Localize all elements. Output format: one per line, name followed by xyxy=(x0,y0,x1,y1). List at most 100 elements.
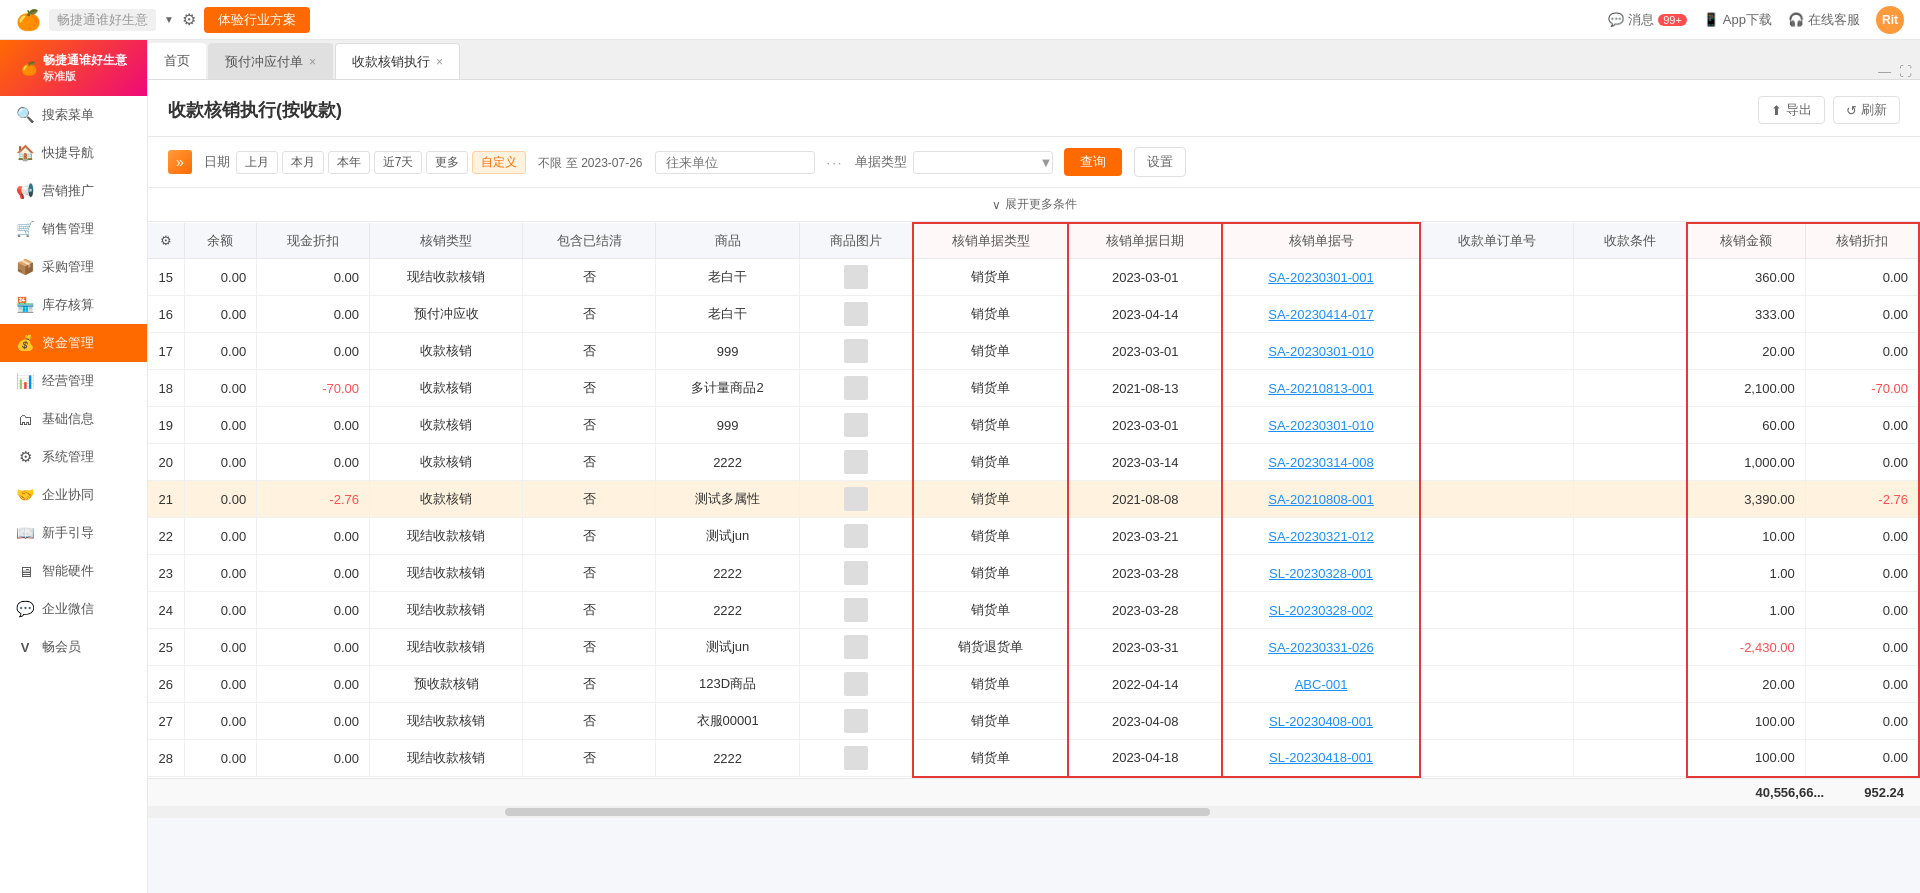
cell-include-settled: 否 xyxy=(523,333,656,370)
cell-doc-no[interactable]: SL-20230328-002 xyxy=(1222,592,1419,629)
sidebar-item-sales[interactable]: 🛒 销售管理 xyxy=(0,210,147,248)
cell-doc-no[interactable]: SA-20230414-017 xyxy=(1222,296,1419,333)
tab-prepay-close[interactable]: × xyxy=(309,55,316,69)
query-button[interactable]: 查询 xyxy=(1064,148,1122,176)
cell-include-settled: 否 xyxy=(523,370,656,407)
tab-home[interactable]: 首页 xyxy=(148,43,206,79)
cell-doc-no[interactable]: SA-20210808-001 xyxy=(1222,481,1419,518)
sidebar-item-operation[interactable]: 📊 经营管理 xyxy=(0,362,147,400)
export-label: 导出 xyxy=(1786,101,1812,119)
sidebar-label-finance: 资金管理 xyxy=(42,334,94,352)
sidebar-item-quick[interactable]: 🏠 快捷导航 xyxy=(0,134,147,172)
sidebar-item-finance[interactable]: 💰 资金管理 xyxy=(0,324,147,362)
cell-write-off-amount: 100.00 xyxy=(1687,703,1805,740)
cell-doc-no[interactable]: ABC-001 xyxy=(1222,666,1419,703)
cell-balance: 0.00 xyxy=(184,629,257,666)
cell-write-off-type: 现结收款核销 xyxy=(370,592,523,629)
scroll-bar-thumb[interactable] xyxy=(505,808,1211,816)
date-btn-this-month[interactable]: 本月 xyxy=(282,151,324,174)
header-actions: ⬆ 导出 ↺ 刷新 xyxy=(1758,96,1900,124)
cell-receipt-order-no xyxy=(1420,518,1574,555)
date-btn-this-year[interactable]: 本年 xyxy=(328,151,370,174)
settings-icon[interactable]: ⚙ xyxy=(182,10,196,29)
filter-expand-button[interactable]: » xyxy=(168,150,192,174)
expand-conditions-button[interactable]: ∨ 展开更多条件 xyxy=(980,192,1089,217)
refresh-button[interactable]: ↺ 刷新 xyxy=(1833,96,1900,124)
tab-prepay[interactable]: 预付冲应付单 × xyxy=(208,43,333,79)
scroll-bar-area[interactable] xyxy=(148,806,1920,818)
cell-include-settled: 否 xyxy=(523,629,656,666)
sidebar-label-guide: 新手引导 xyxy=(42,524,94,542)
cell-write-off-discount: 0.00 xyxy=(1805,740,1919,777)
sidebar-item-member[interactable]: V 畅会员 xyxy=(0,628,147,666)
col-goods-img: 商品图片 xyxy=(800,223,914,259)
sidebar-item-marketing[interactable]: 📢 营销推广 xyxy=(0,172,147,210)
date-btn-more[interactable]: 更多 xyxy=(426,151,468,174)
col-settings[interactable]: ⚙ xyxy=(148,223,184,259)
cell-doc-date: 2023-03-14 xyxy=(1068,444,1223,481)
sidebar-item-search[interactable]: 🔍 搜索菜单 xyxy=(0,96,147,134)
top-bar-right: 💬 消息 99+ 📱 App下载 🎧 在线客服 Rit xyxy=(1608,6,1904,34)
sidebar-item-purchase[interactable]: 📦 采购管理 xyxy=(0,248,147,286)
from-company-input[interactable] xyxy=(655,151,815,174)
cell-write-off-amount: 333.00 xyxy=(1687,296,1805,333)
date-buttons: 上月 本月 本年 近7天 更多 自定义 xyxy=(236,151,527,174)
user-label: Rit xyxy=(1882,13,1898,27)
sidebar-item-enterprise[interactable]: 🤝 企业协同 xyxy=(0,476,147,514)
page-content: 收款核销执行(按收款) ⬆ 导出 ↺ 刷新 » xyxy=(148,80,1920,893)
cell-doc-no[interactable]: SL-20230408-001 xyxy=(1222,703,1419,740)
cell-doc-date: 2023-03-01 xyxy=(1068,259,1223,296)
sidebar-item-system[interactable]: ⚙ 系统管理 xyxy=(0,438,147,476)
cell-doc-no[interactable]: SL-20230418-001 xyxy=(1222,740,1419,777)
table-row: 26 0.00 0.00 预收款核销 否 123D商品 销货单 2022-04-… xyxy=(148,666,1919,703)
date-btn-7days[interactable]: 近7天 xyxy=(374,151,423,174)
cell-doc-no[interactable]: SA-20230301-010 xyxy=(1222,333,1419,370)
cell-write-off-amount: 60.00 xyxy=(1687,407,1805,444)
filter-settings-button[interactable]: 设置 xyxy=(1134,147,1186,177)
cell-doc-no[interactable]: SL-20230328-001 xyxy=(1222,555,1419,592)
avatar[interactable]: Rit xyxy=(1876,6,1904,34)
cell-goods: 999 xyxy=(656,333,800,370)
single-type-select[interactable] xyxy=(913,151,1053,174)
sidebar-item-inventory[interactable]: 🏪 库存核算 xyxy=(0,286,147,324)
col-balance: 余额 xyxy=(184,223,257,259)
cell-id: 19 xyxy=(148,407,184,444)
table-row: 19 0.00 0.00 收款核销 否 999 销货单 2023-03-01 S… xyxy=(148,407,1919,444)
sidebar-label-system: 系统管理 xyxy=(42,448,94,466)
industry-btn[interactable]: 体验行业方案 xyxy=(204,7,310,33)
cell-doc-no[interactable]: SA-20230301-010 xyxy=(1222,407,1419,444)
cell-goods: 老白干 xyxy=(656,259,800,296)
cell-goods: 123D商品 xyxy=(656,666,800,703)
footer-discount-total: 952.24 xyxy=(1864,785,1904,800)
cell-doc-no[interactable]: SA-20230331-026 xyxy=(1222,629,1419,666)
service-group[interactable]: 🎧 在线客服 xyxy=(1788,11,1860,29)
tab-receive[interactable]: 收款核销执行 × xyxy=(335,43,460,79)
cell-doc-no[interactable]: SA-20230301-001 xyxy=(1222,259,1419,296)
sidebar-item-wechat[interactable]: 💬 企业微信 xyxy=(0,590,147,628)
cell-goods-img xyxy=(800,666,914,703)
cell-doc-no[interactable]: SA-20230321-012 xyxy=(1222,518,1419,555)
cell-doc-no[interactable]: SA-20230314-008 xyxy=(1222,444,1419,481)
company-dropdown-arrow[interactable]: ▼ xyxy=(164,14,174,25)
export-button[interactable]: ⬆ 导出 xyxy=(1758,96,1825,124)
window-minimize-icon[interactable]: — xyxy=(1878,64,1891,79)
cell-write-off-discount: 0.00 xyxy=(1805,518,1919,555)
cell-balance: 0.00 xyxy=(184,703,257,740)
cell-doc-no[interactable]: SA-20210813-001 xyxy=(1222,370,1419,407)
content-area: 首页 预付冲应付单 × 收款核销执行 × — ⛶ 收款核销执行(按收款) xyxy=(148,40,1920,893)
date-btn-custom[interactable]: 自定义 xyxy=(472,151,526,174)
window-maximize-icon[interactable]: ⛶ xyxy=(1899,64,1912,79)
cell-write-off-discount: 0.00 xyxy=(1805,333,1919,370)
sidebar-item-basic[interactable]: 🗂 基础信息 xyxy=(0,400,147,438)
sidebar-item-guide[interactable]: 📖 新手引导 xyxy=(0,514,147,552)
sidebar-item-hardware[interactable]: 🖥 智能硬件 xyxy=(0,552,147,590)
cell-doc-date: 2023-03-01 xyxy=(1068,333,1223,370)
cell-doc-date: 2021-08-08 xyxy=(1068,481,1223,518)
cell-write-off-type: 收款核销 xyxy=(370,370,523,407)
date-btn-last-month[interactable]: 上月 xyxy=(236,151,278,174)
tab-receive-close[interactable]: × xyxy=(436,55,443,69)
app-download-group[interactable]: 📱 App下载 xyxy=(1703,11,1772,29)
message-group[interactable]: 💬 消息 99+ xyxy=(1608,11,1687,29)
cell-doc-type: 销货单 xyxy=(913,407,1068,444)
app-icon: 📱 xyxy=(1703,12,1719,27)
